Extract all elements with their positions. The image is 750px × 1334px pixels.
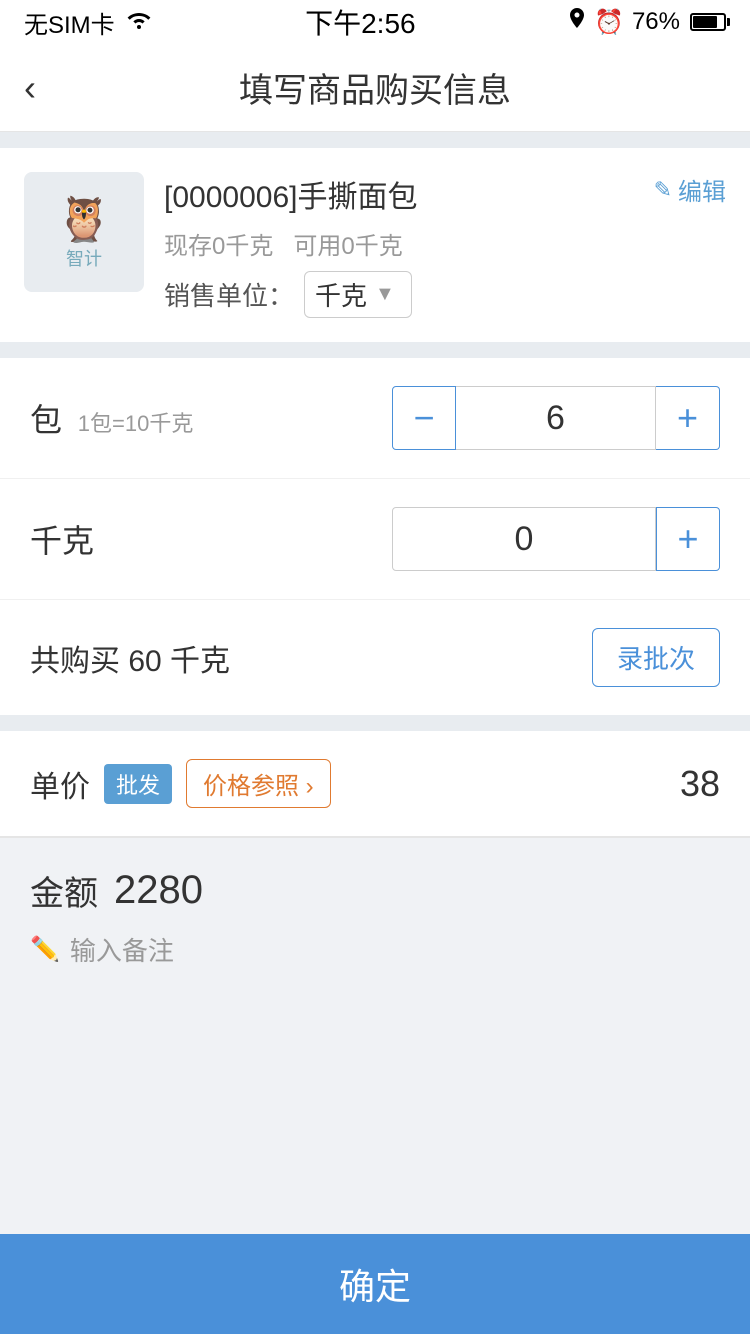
pencil-icon: ✏️ [30,935,60,964]
unit-select[interactable]: 千克 ▼ [304,271,412,318]
qty-kg-plus-button[interactable]: + [656,507,720,571]
edit-button[interactable]: ✎ 编辑 [654,172,726,207]
product-thumbnail: 🦉 智计 [24,172,144,292]
chevron-down-icon: ▼ [375,283,395,306]
confirm-button[interactable]: 确定 [339,1258,411,1310]
product-name: [0000006]手撕面包 [164,172,726,216]
batch-button[interactable]: 录批次 [592,628,720,687]
edit-icon: ✎ [654,177,672,203]
back-button[interactable]: ‹ [24,67,36,109]
product-info: [0000006]手撕面包 现存0千克 可用0千克 销售单位： 千克 ▼ [164,172,726,318]
status-right: ⏰ 76% [568,8,726,37]
price-label: 单价 [30,762,90,806]
confirm-bar[interactable]: 确定 [0,1234,750,1334]
price-value: 38 [680,763,720,805]
page-title: 填写商品购买信息 [239,63,511,112]
qty-bag-input[interactable] [456,386,656,450]
amount-label: 金额 [30,866,98,915]
product-unit: 销售单位： 千克 ▼ [164,271,726,318]
price-ref-button[interactable]: 价格参照 › [186,759,331,808]
total-row: 共购买 60 千克 录批次 [0,600,750,715]
qty-kg-input[interactable] [392,507,656,571]
price-type-tag: 批发 [104,764,172,804]
amount-value: 2280 [114,868,203,913]
amount-row: 金额 2280 [30,866,720,915]
divider-mid1 [0,342,750,358]
wifi-icon [125,8,153,36]
carrier-text: 无SIM卡 [24,5,115,40]
alarm-icon: ⏰ [594,8,624,37]
location-icon [568,8,586,37]
price-section: 单价 批发 价格参照 › 38 [0,731,750,836]
amount-section: 金额 2280 ✏️ 输入备注 [0,838,750,984]
total-label: 共购买 60 千克 [30,636,230,680]
product-stock: 现存0千克 可用0千克 [164,226,726,261]
status-left: 无SIM卡 [24,5,153,40]
qty-bag-plus-button[interactable]: + [656,386,720,450]
qty-bag-minus-button[interactable]: − [392,386,456,450]
qty-kg-control: + [392,507,720,571]
product-card: 🦉 智计 [0000006]手撕面包 现存0千克 可用0千克 销售单位： 千克 … [0,148,750,342]
qty-kg-label-group: 千克 [30,516,94,562]
product-logo-text: 智计 [66,245,102,271]
status-time: 下午2:56 [305,2,416,42]
product-logo-icon: 🦉 [57,193,112,245]
nav-bar: ‹ 填写商品购买信息 [0,44,750,132]
remark-row[interactable]: ✏️ 输入备注 [30,931,720,968]
qty-bag-label-group: 包 1包=10千克 [30,395,193,441]
divider-top [0,132,750,148]
divider-mid2 [0,715,750,731]
status-bar: 无SIM卡 下午2:56 ⏰ 76% [0,0,750,44]
battery-text: 76% [632,8,680,36]
remark-placeholder: 输入备注 [70,931,174,968]
battery-icon [690,13,726,31]
qty-bag-control: − + [392,386,720,450]
quantity-bag-row: 包 1包=10千克 − + [0,358,750,479]
quantity-kg-row: 千克 + [0,479,750,600]
